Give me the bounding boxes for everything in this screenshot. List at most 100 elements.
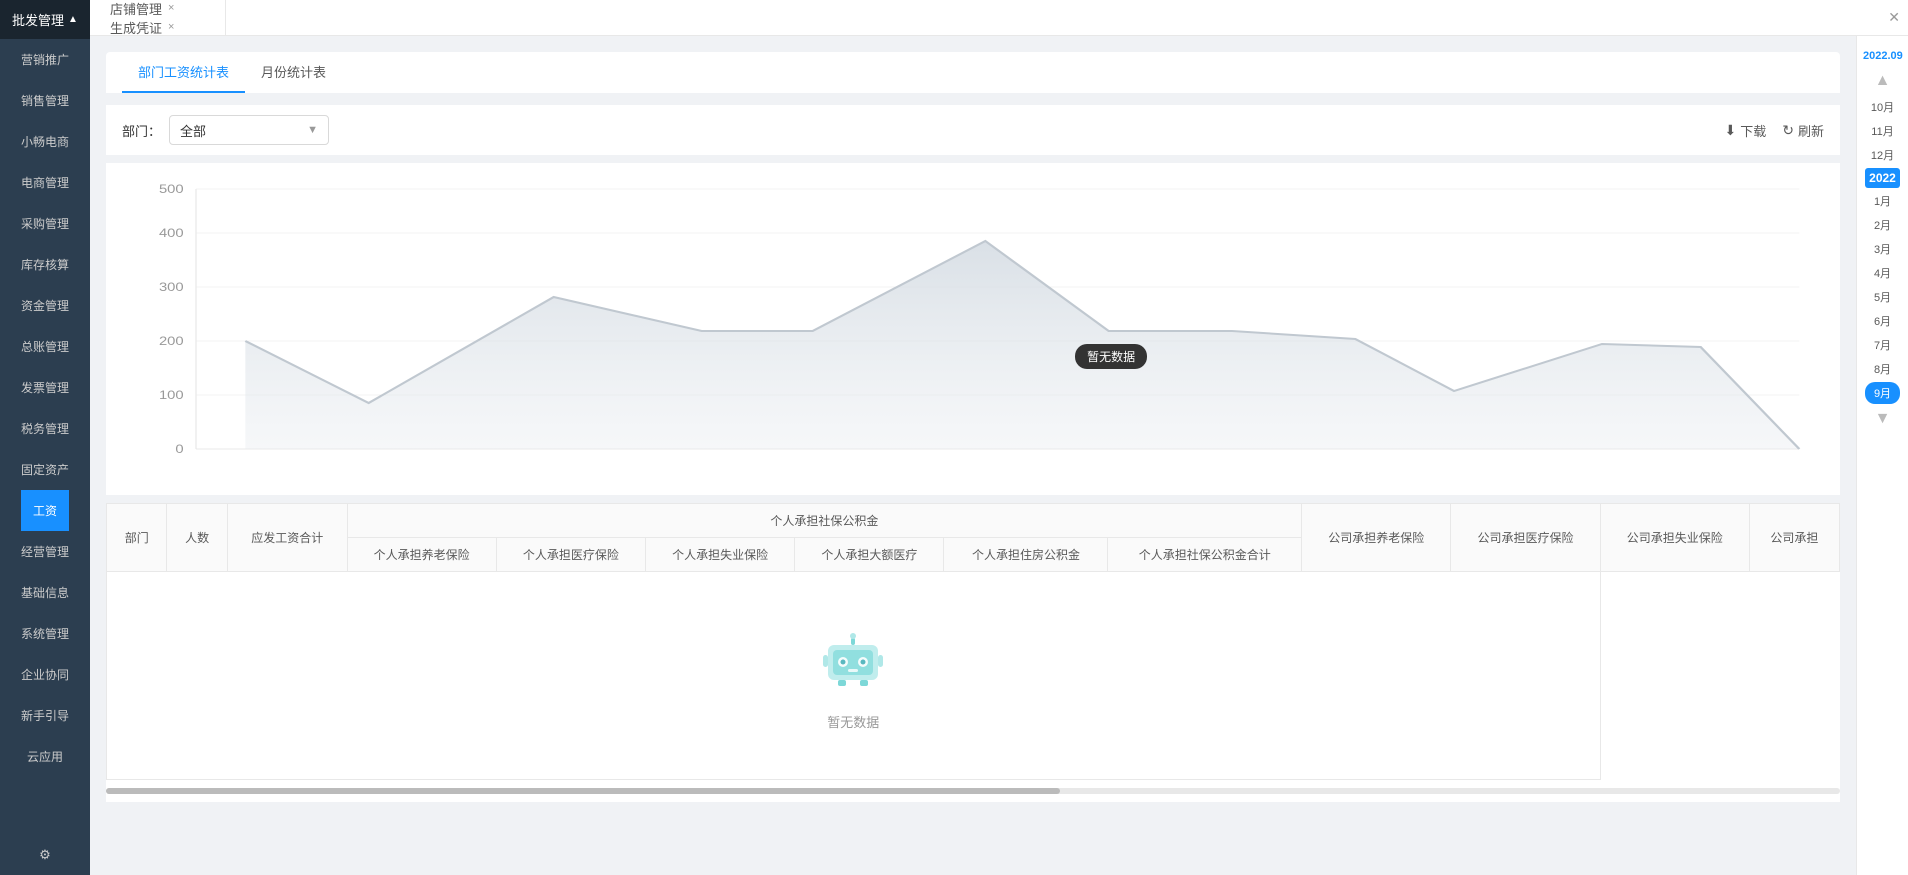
timeline-nav-down[interactable]: ▼ [1871, 406, 1895, 432]
timeline-entry-2月[interactable]: 2月 [1865, 214, 1900, 236]
sidebar-settings[interactable]: ⚙ [0, 835, 90, 875]
content-area: 部门工资统计表 月份统计表 部门： 全部 ▼ ⬇ [90, 36, 1908, 875]
empty-icon [813, 620, 893, 700]
svg-text:500: 500 [159, 182, 184, 195]
tab-shop_mgmt[interactable]: 店铺管理 × [98, 0, 226, 18]
chart-container: 0 100 200 300 400 500 [106, 163, 1840, 495]
timeline-entry-4月[interactable]: 4月 [1865, 262, 1900, 284]
dept-value: 全部 [180, 121, 206, 140]
tab-close-all-icon[interactable]: ✕ [1888, 9, 1900, 26]
sidebar-item-cggl[interactable]: 采购管理 [21, 203, 69, 244]
th-personal-total: 个人承担社保公积金合计 [1108, 538, 1302, 572]
tab-dept-stat[interactable]: 部门工资统计表 [122, 52, 245, 93]
timeline-entry-7月[interactable]: 7月 [1865, 334, 1900, 356]
chart-area: 0 100 200 300 400 500 [122, 179, 1824, 479]
main-area: 首页门店商品目录×销货单×店铺管理×生成凭证×应收应付调整单×工资表×工资统计报… [90, 0, 1908, 875]
timeline-entry-1月[interactable]: 1月 [1865, 190, 1900, 212]
sidebar-item-xcdsc[interactable]: 小畅电商 [21, 121, 69, 162]
sidebar-item-gdzy[interactable]: 固定资产 [21, 449, 69, 490]
sidebar-item-jygl[interactable]: 经营管理 [21, 531, 69, 572]
sidebar-header-label: 批发管理 [12, 10, 64, 29]
sidebar-item-zjgl[interactable]: 资金管理 [21, 285, 69, 326]
sidebar-item-zzgl[interactable]: 总账管理 [21, 326, 69, 367]
sidebar-items: 营销推广销售管理小畅电商电商管理采购管理库存核算资金管理总账管理发票管理税务管理… [21, 39, 69, 777]
settings-icon: ⚙ [39, 847, 51, 862]
sidebar-item-yyyp[interactable]: 云应用 [21, 736, 69, 777]
svg-text:400: 400 [159, 226, 184, 239]
tab-label-shop_mgmt: 店铺管理 [110, 0, 162, 18]
tab-close-gen_voucher[interactable]: × [168, 21, 174, 33]
data-table: 部门 人数 应发工资合计 个人承担社保公积金 公司承担养老保险 公司承担医疗保险… [106, 503, 1840, 780]
sidebar-item-kche[interactable]: 库存核算 [21, 244, 69, 285]
horizontal-scrollbar-thumb[interactable] [106, 788, 1060, 794]
chevron-down-icon: ▼ [307, 124, 318, 136]
tabs-container: 首页门店商品目录×销货单×店铺管理×生成凭证×应收应付调整单×工资表×工资统计报… [98, 0, 226, 36]
timeline-entry-6月[interactable]: 6月 [1865, 310, 1900, 332]
sidebar-item-fpgl[interactable]: 发票管理 [21, 367, 69, 408]
tab-bar: 首页门店商品目录×销货单×店铺管理×生成凭证×应收应付调整单×工资表×工资统计报… [90, 0, 1908, 36]
sidebar-item-xsyg[interactable]: 新手引导 [21, 695, 69, 736]
th-personal-pension: 个人承担养老保险 [347, 538, 496, 572]
refresh-button[interactable]: ↻ 刷新 [1782, 121, 1824, 140]
timeline-panel: 2022.09 ▲ 10月11月12月20221月2月3月4月5月6月7月8月9… [1856, 36, 1908, 875]
th-company-other: 公司承担 [1749, 504, 1839, 572]
dept-select: 部门： 全部 ▼ [122, 115, 329, 145]
dept-select-box[interactable]: 全部 ▼ [169, 115, 329, 145]
svg-text:200: 200 [159, 334, 184, 347]
tab-month-stat[interactable]: 月份统计表 [245, 52, 342, 93]
timeline-entry-2022[interactable]: 2022 [1865, 168, 1900, 188]
toolbar-right: ⬇ 下载 ↻ 刷新 [1725, 121, 1825, 140]
timeline-entry-5月[interactable]: 5月 [1865, 286, 1900, 308]
timeline-entry-10月[interactable]: 10月 [1865, 96, 1900, 118]
th-personal-group: 个人承担社保公积金 [347, 504, 1302, 538]
timeline-entry-12月[interactable]: 12月 [1865, 144, 1900, 166]
svg-text:100: 100 [159, 388, 184, 401]
download-icon: ⬇ [1725, 122, 1737, 139]
tab-label-gen_voucher: 生成凭证 [110, 18, 162, 37]
toolbar-left: 部门： 全部 ▼ [122, 115, 329, 145]
sidebar-item-gz[interactable]: 工资 [21, 490, 69, 531]
tab-gen_voucher[interactable]: 生成凭证 × [98, 18, 226, 37]
timeline-entry-9月[interactable]: 9月 [1865, 382, 1900, 404]
sidebar-item-qyxt[interactable]: 企业协同 [21, 654, 69, 695]
th-total-salary: 应发工资合计 [227, 504, 347, 572]
th-personal-medical: 个人承担医疗保险 [496, 538, 645, 572]
th-company-unemployment: 公司承担失业保险 [1600, 504, 1749, 572]
timeline-entry-8月[interactable]: 8月 [1865, 358, 1900, 380]
no-data-row: 暂无数据 [107, 572, 1601, 780]
timeline-nav-up[interactable]: ▲ [1871, 68, 1895, 94]
horizontal-scrollbar-track[interactable] [106, 788, 1840, 794]
th-personal-housing: 个人承担住房公积金 [944, 538, 1108, 572]
no-data-text: 暂无数据 [827, 712, 879, 731]
page-body: 部门工资统计表 月份统计表 部门： 全部 ▼ ⬇ [90, 36, 1856, 875]
refresh-label: 刷新 [1798, 121, 1824, 140]
sidebar-item-yxtt[interactable]: 营销推广 [21, 39, 69, 80]
sidebar-item-dsgf[interactable]: 电商管理 [21, 162, 69, 203]
timeline-entry-3月[interactable]: 3月 [1865, 238, 1900, 260]
sidebar: 批发管理 ▲ 营销推广销售管理小畅电商电商管理采购管理库存核算资金管理总账管理发… [0, 0, 90, 875]
sidebar-header[interactable]: 批发管理 ▲ [0, 0, 90, 39]
th-dept: 部门 [107, 504, 167, 572]
refresh-icon: ↻ [1782, 122, 1794, 139]
empty-state: 暂无数据 [119, 580, 1588, 771]
timeline-entry-11月[interactable]: 11月 [1865, 120, 1900, 142]
svg-text:300: 300 [159, 280, 184, 293]
th-company-pension: 公司承担养老保险 [1302, 504, 1451, 572]
th-headcount: 人数 [167, 504, 227, 572]
sidebar-item-xtgl[interactable]: 系统管理 [21, 613, 69, 654]
dept-label: 部门： [122, 121, 161, 140]
chart-svg: 0 100 200 300 400 500 [122, 179, 1824, 479]
sidebar-item-swgl[interactable]: 税务管理 [21, 408, 69, 449]
sidebar-item-xsgl[interactable]: 销售管理 [21, 80, 69, 121]
sub-tabs: 部门工资统计表 月份统计表 [106, 52, 1840, 93]
sidebar-collapse-icon: ▲ [68, 14, 78, 25]
download-button[interactable]: ⬇ 下载 [1725, 121, 1767, 140]
timeline-current-year[interactable]: 2022.09 [1857, 48, 1908, 64]
th-company-medical: 公司承担医疗保险 [1451, 504, 1600, 572]
svg-text:0: 0 [175, 442, 183, 455]
timeline-entries: 10月11月12月20221月2月3月4月5月6月7月8月9月 [1865, 94, 1900, 406]
th-personal-major-medical: 个人承担大额医疗 [795, 538, 944, 572]
sidebar-item-jcxx[interactable]: 基础信息 [21, 572, 69, 613]
table-wrapper: 部门 人数 应发工资合计 个人承担社保公积金 公司承担养老保险 公司承担医疗保险… [106, 503, 1840, 802]
tab-close-shop_mgmt[interactable]: × [168, 2, 174, 14]
